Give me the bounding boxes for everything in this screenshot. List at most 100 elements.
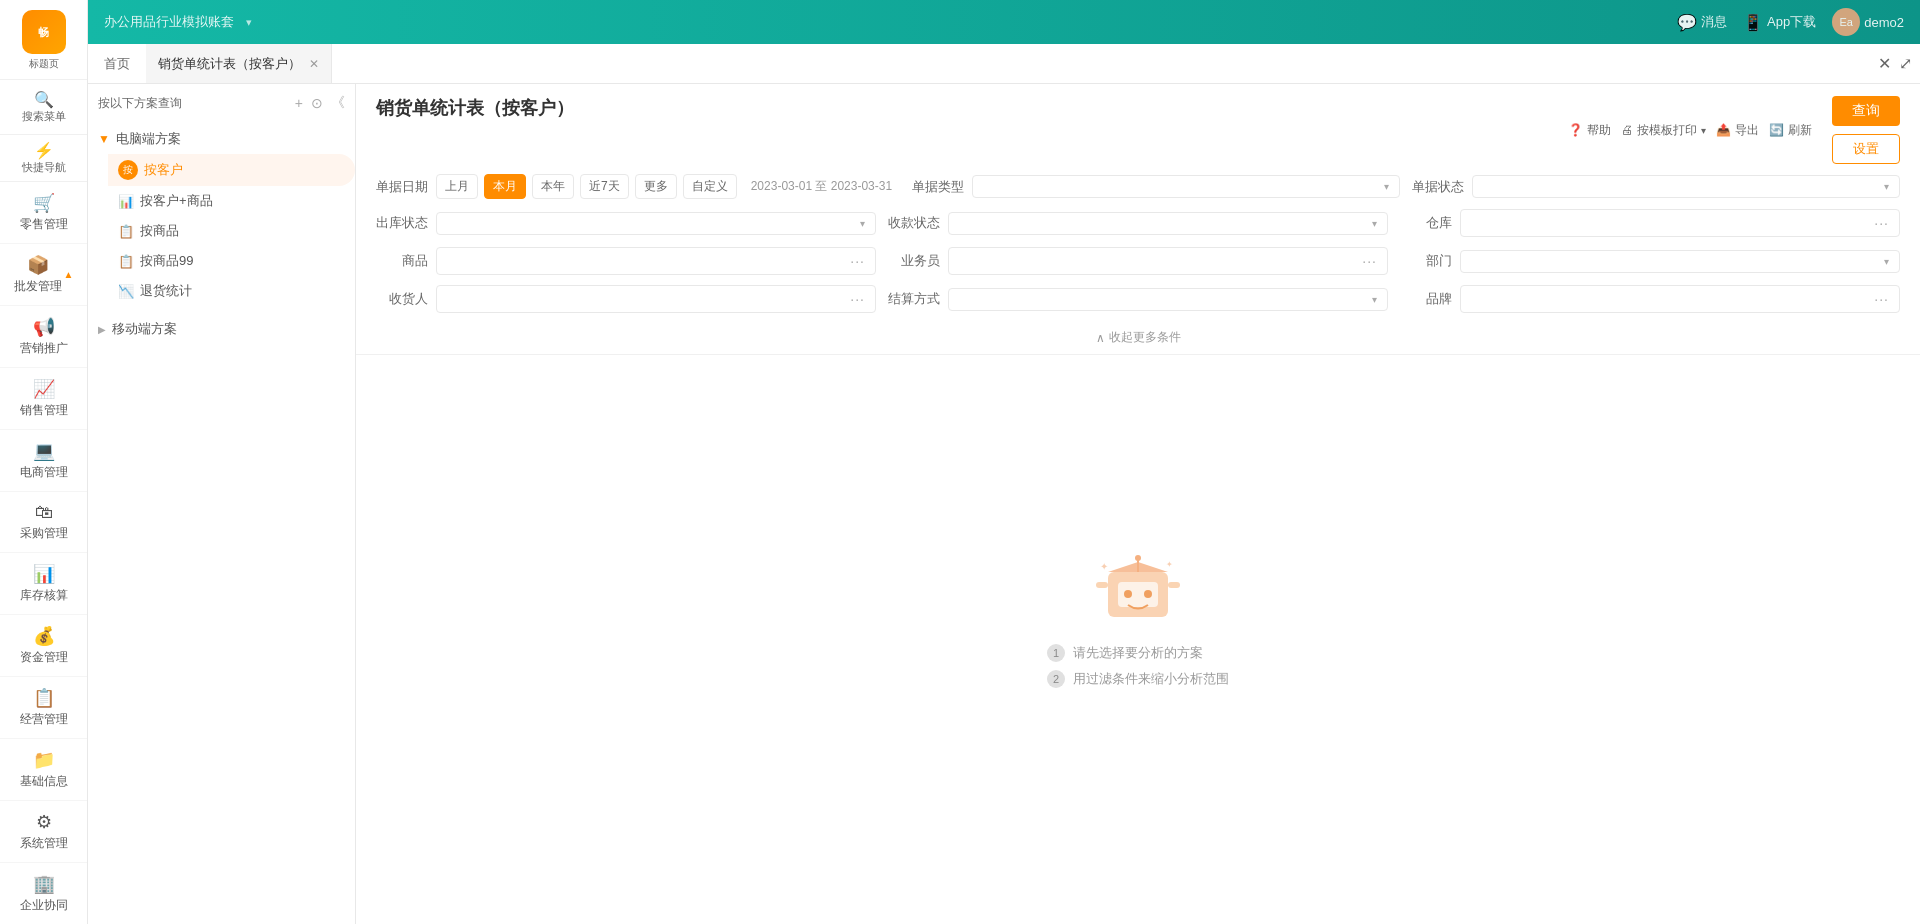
add-scheme-btn[interactable]: + [295,95,303,111]
svg-rect-6 [1096,582,1108,588]
collapse-label: 收起更多条件 [1109,329,1181,346]
tree-child-by-return[interactable]: 📉 退货统计 [108,276,355,306]
user-profile-btn[interactable]: Ea demo2 [1832,8,1904,36]
consignee-select[interactable]: ··· [436,285,876,313]
this-year-btn[interactable]: 本年 [532,174,574,199]
basic-icon: 📁 [33,749,55,771]
sidebar-item-finance[interactable]: 💰 资金管理 [0,615,87,677]
collapse-panel-btn[interactable]: 《 [331,94,345,112]
sidebar-search[interactable]: 🔍 搜索菜单 [0,80,87,135]
message-label: 消息 [1701,13,1727,31]
brand-select[interactable]: ··· [1460,285,1900,313]
system-icon: ⚙ [36,811,52,833]
sidebar-item-system[interactable]: ⚙ 系统管理 [0,801,87,863]
sidebar-item-basic[interactable]: 📁 基础信息 [0,739,87,801]
this-month-btn[interactable]: 本月 [484,174,526,199]
refresh-label: 刷新 [1788,122,1812,139]
last-month-btn[interactable]: 上月 [436,174,478,199]
corp-icon: 🏢 [33,873,55,895]
salesperson-item: 业务员 ··· [888,247,1388,275]
sidebar-item-inventory[interactable]: 📊 库存核算 [0,553,87,615]
collapse-filters-btn[interactable]: ∧ 收起更多条件 [376,323,1900,354]
copy-scheme-btn[interactable]: ⊙ [311,95,323,111]
tree-parent-mobile[interactable]: ▶ 移动端方案 [88,314,355,344]
sidebar-item-sales[interactable]: 📈 销售管理 [0,368,87,430]
tree-child-by-customer-goods[interactable]: 📊 按客户+商品 [108,186,355,216]
settings-button[interactable]: 设置 [1832,134,1900,164]
right-content: 销货单统计表（按客户） ❓ 帮助 🖨 按模板打印 ▾ 📤 导出 [356,84,1920,924]
filter-date-group: 上月 本月 本年 近7天 更多 自定义 2023-03-01 至 2023-03… [436,174,892,199]
svg-point-5 [1135,555,1141,561]
tab-maximize-btn[interactable]: ⤢ [1899,54,1912,73]
brand-item: 品牌 ··· [1400,285,1900,313]
empty-tips: 1 请先选择要分析的方案 2 用过滤条件来缩小分析范围 [1047,644,1229,688]
receipt-status-item: 收款状态 ▾ [888,209,1388,237]
out-status-select[interactable]: ▾ [436,212,876,235]
tree-child-by-customer[interactable]: 按 按客户 [108,154,355,186]
sidebar-item-inventory-label: 库存核算 [20,587,68,604]
sidebar-item-ecommerce[interactable]: 💻 电商管理 [0,430,87,492]
empty-tip-2: 2 用过滤条件来缩小分析范围 [1047,670,1229,688]
custom-btn[interactable]: 自定义 [683,174,737,199]
message-icon: 💬 [1677,13,1697,32]
tip-text-2: 用过滤条件来缩小分析范围 [1073,670,1229,688]
salesperson-select[interactable]: ··· [948,247,1388,275]
help-label: 帮助 [1587,122,1611,139]
refresh-btn[interactable]: 🔄 刷新 [1769,122,1812,139]
header-title-arrow-icon[interactable]: ▾ [246,16,252,29]
export-btn[interactable]: 📤 导出 [1716,122,1759,139]
sidebar-item-operation[interactable]: 📋 经营管理 [0,677,87,739]
avatar: Ea [1832,8,1860,36]
sidebar-nav-label: 快捷导航 [22,160,66,175]
tree-child-by-goods[interactable]: 📋 按商品 [108,216,355,246]
query-button[interactable]: 查询 [1832,96,1900,126]
goods-select[interactable]: ··· [436,247,876,275]
last-7-btn[interactable]: 近7天 [580,174,629,199]
salesperson-dots-icon: ··· [1362,253,1377,269]
tab-minimize-btn[interactable]: ✕ [1878,54,1891,73]
doc-status-select[interactable]: ▾ [1472,175,1900,198]
tree-children-desktop: 按 按客户 📊 按客户+商品 📋 按商品 📋 按商品99 [88,154,355,306]
app-download-btn[interactable]: 📱 App下载 [1743,13,1816,32]
tree-child-by-goods-99[interactable]: 📋 按商品99 [108,246,355,276]
help-btn[interactable]: ❓ 帮助 [1568,122,1611,139]
tree-section-desktop: ▼ 电脑端方案 按 按客户 📊 按客户+商品 📋 按商品 [88,120,355,310]
department-select[interactable]: ▾ [1460,250,1900,273]
empty-illustration: ✦ ✦ [1088,532,1188,632]
left-panel-header: 按以下方案查询 + ⊙ 《 [88,94,355,120]
sidebar-item-marketing[interactable]: 📢 营销推广 [0,306,87,368]
receipt-status-select[interactable]: ▾ [948,212,1388,235]
sidebar-item-retail[interactable]: 🛒 零售管理 [0,182,87,244]
sidebar-item-wholesale[interactable]: 📦 批发管理 ▲ [0,244,87,306]
print-btn[interactable]: 🖨 按模板打印 ▾ [1621,122,1706,139]
settlement-label: 结算方式 [888,290,940,308]
sidebar-item-system-label: 系统管理 [20,835,68,852]
message-btn[interactable]: 💬 消息 [1677,13,1727,32]
header-title: 办公用品行业模拟账套 [104,13,234,31]
tab-close-btn[interactable]: ✕ [309,57,319,71]
sidebar-item-purchase[interactable]: 🛍 采购管理 [0,492,87,553]
sidebar-quick-nav[interactable]: ⚡ 快捷导航 [0,135,87,182]
sidebar-item-corp[interactable]: 🏢 企业协同 [0,863,87,924]
print-icon: 🖨 [1621,123,1633,137]
out-status-select-arrow-icon: ▾ [860,218,865,229]
wholesale-arrow-icon: ▲ [64,269,74,280]
left-panel-actions: + ⊙ 《 [295,94,345,112]
settlement-select[interactable]: ▾ [948,288,1388,311]
tree-parent-mobile-expand-icon: ▶ [98,324,106,335]
more-btn[interactable]: 更多 [635,174,677,199]
page-title: 销货单统计表（按客户） [376,96,574,120]
refresh-icon: 🔄 [1769,123,1784,137]
tab-home[interactable]: 首页 [88,44,146,83]
date-label: 单据日期 [376,178,436,196]
doc-status-select-arrow-icon: ▾ [1884,181,1889,192]
export-icon: 📤 [1716,123,1731,137]
tab-active[interactable]: 销货单统计表（按客户） ✕ [146,44,332,83]
tree-child-label-by-customer-goods: 按客户+商品 [140,192,213,210]
warehouse-select[interactable]: ··· [1460,209,1900,237]
main-area: 办公用品行业模拟账套 ▾ 💬 消息 📱 App下载 Ea demo2 首页 [88,0,1920,924]
svg-text:✦: ✦ [1100,561,1108,572]
logo-icon: 畅 [22,10,66,54]
doc-type-select[interactable]: ▾ [972,175,1400,198]
tree-parent-desktop[interactable]: ▼ 电脑端方案 [88,124,355,154]
